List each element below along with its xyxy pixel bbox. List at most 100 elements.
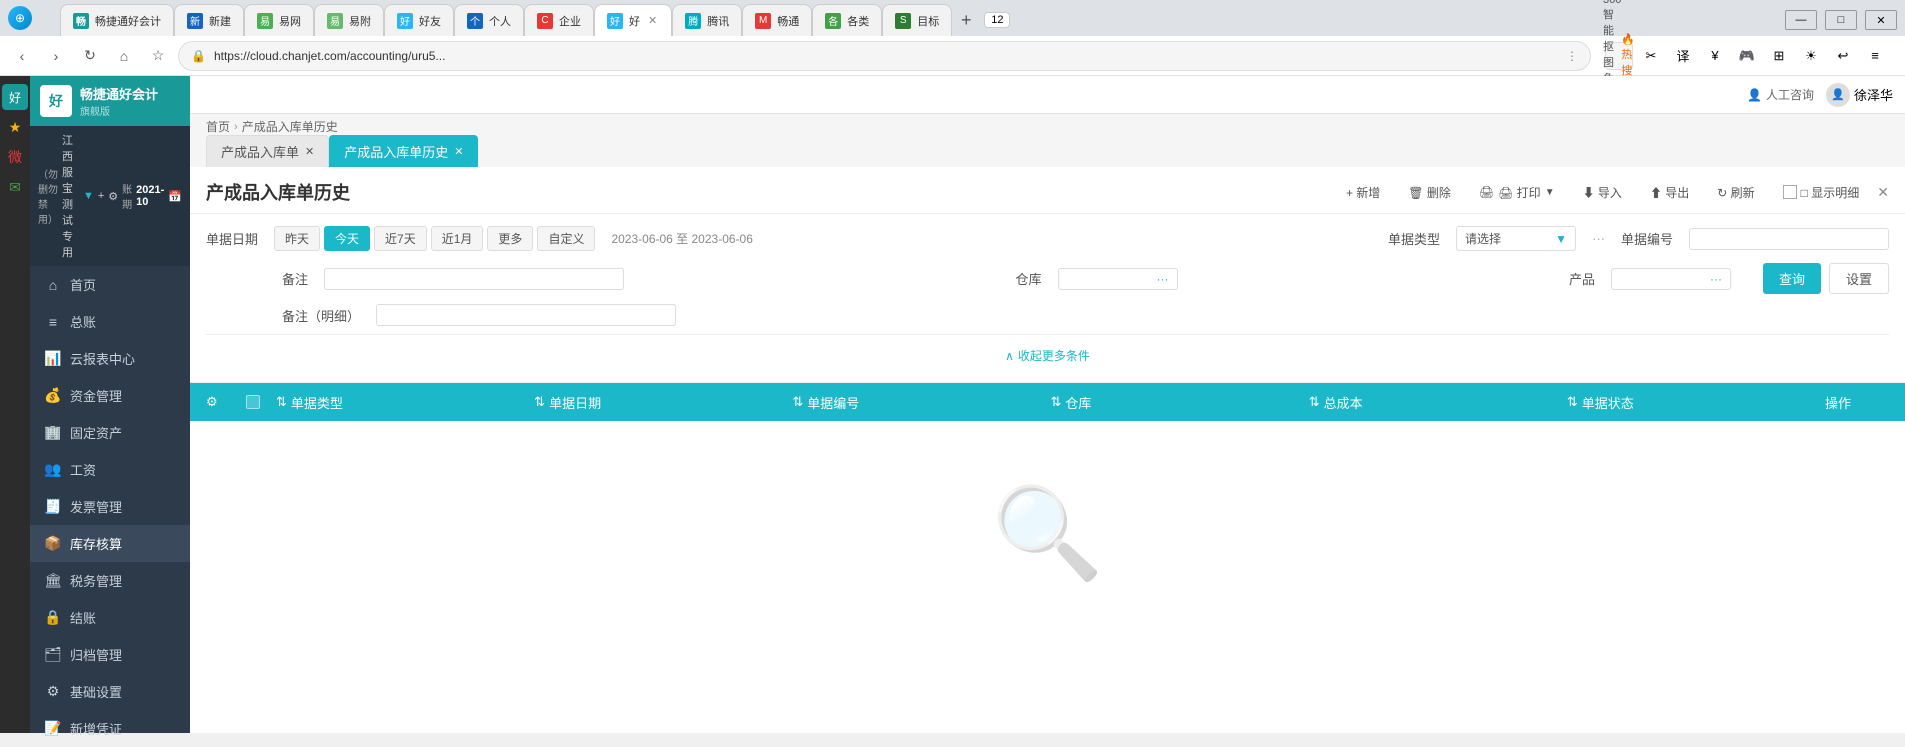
sidebar-item-funds[interactable]: 💰 资金管理 <box>30 377 190 414</box>
rail-logo[interactable]: 好 <box>2 84 28 110</box>
close-page-btn[interactable]: ✕ <box>1877 184 1889 201</box>
display-btn[interactable]: □ 显示明细 <box>1773 180 1870 205</box>
close-window-btn[interactable]: ✕ <box>1865 10 1897 30</box>
tab-2[interactable]: 新 新建 <box>174 4 244 36</box>
page-tab-2[interactable]: 产成品入库单历史 ✕ <box>329 135 478 167</box>
export-btn[interactable]: ⬆ 导出 <box>1640 180 1699 205</box>
tab-8-close[interactable]: ✕ <box>646 12 659 29</box>
collapse-btn[interactable]: ∧ 收起更多条件 <box>1005 341 1090 370</box>
product-select[interactable]: ··· <box>1611 268 1731 290</box>
th-doc-type[interactable]: ⇅ 单据类型 <box>268 393 526 412</box>
period-calendar-icon[interactable]: 📅 <box>168 190 182 203</box>
delete-btn[interactable]: 🗑 删除 <box>1398 180 1461 205</box>
grid-ext[interactable]: ⊞ <box>1765 42 1793 70</box>
date-btn-7days[interactable]: 近7天 <box>374 226 427 251</box>
setup-btn[interactable]: 设置 <box>1829 263 1889 294</box>
url-bar[interactable]: 🔒 https://cloud.chanjet.com/accounting/u… <box>178 41 1591 71</box>
tab-10[interactable]: M 畅通 <box>742 4 812 36</box>
tab-4[interactable]: 易 易附 <box>314 4 384 36</box>
currency-ext[interactable]: ¥ <box>1701 42 1729 70</box>
forward-btn[interactable]: › <box>42 42 70 70</box>
bookmark-btn[interactable]: ☆ <box>144 42 172 70</box>
tab-8[interactable]: 好 好 ✕ <box>594 4 672 36</box>
doc-type-dots[interactable]: ··· <box>1592 231 1605 246</box>
extensions-area: 360智能抠图免费用 🔥热搜 ✂ 译 ¥ 🎮 ⊞ ☀ ↩ ≡ <box>1597 42 1897 70</box>
date-btn-more[interactable]: 更多 <box>487 226 533 251</box>
breadcrumb-home[interactable]: 首页 <box>206 118 230 135</box>
tab-12[interactable]: S 目标 <box>882 4 952 36</box>
new-tab-btn[interactable]: + <box>952 6 980 34</box>
doc-number-label: 单据编号 <box>1621 229 1673 248</box>
th-warehouse[interactable]: ⇅ 仓库 <box>1043 393 1301 412</box>
th-doc-number[interactable]: ⇅ 单据编号 <box>784 393 1042 412</box>
doc-type-select[interactable]: 请选择 ▼ <box>1456 226 1576 251</box>
th-doc-date[interactable]: ⇅ 单据日期 <box>526 393 784 412</box>
tab-11[interactable]: 各 各类 <box>812 4 882 36</box>
game-ext[interactable]: 🎮 <box>1733 42 1761 70</box>
ai-service-btn[interactable]: 👤 人工咨询 <box>1747 86 1814 103</box>
sidebar-item-home[interactable]: ⌂ 首页 <box>30 266 190 303</box>
date-btn-1month[interactable]: 近1月 <box>431 226 484 251</box>
sidebar-item-fixed[interactable]: 🏢 固定资产 <box>30 414 190 451</box>
user-profile[interactable]: 👤 徐泽华 <box>1826 83 1893 107</box>
tab-3[interactable]: 易 易网 <box>244 4 314 36</box>
sidebar-item-reports[interactable]: 📊 云报表中心 <box>30 340 190 377</box>
search-box[interactable]: 360智能抠图免费用 🔥热搜 <box>1605 42 1633 70</box>
sidebar-item-closing[interactable]: 🔒 结账 <box>30 599 190 636</box>
th-checkbox[interactable] <box>238 395 268 409</box>
refresh-btn[interactable]: ↻ <box>76 42 104 70</box>
rail-icon-mail[interactable]: ✉ <box>2 174 28 200</box>
rail-icon-1[interactable]: ★ <box>2 114 28 140</box>
sidebar-item-payroll[interactable]: 👥 工资 <box>30 451 190 488</box>
minimize-btn[interactable]: — <box>1785 10 1817 30</box>
tab-5[interactable]: 好 好友 <box>384 4 454 36</box>
th-total-cost[interactable]: ⇅ 总成本 <box>1301 393 1559 412</box>
display-checkbox[interactable] <box>1783 185 1797 199</box>
page-tab-1[interactable]: 产成品入库单 ✕ <box>206 135 329 167</box>
tab-1[interactable]: 畅 畅捷通好会计 <box>60 4 174 36</box>
page-tab-2-close[interactable]: ✕ <box>454 145 463 158</box>
date-btn-custom[interactable]: 自定义 <box>537 226 595 251</box>
scissors-ext[interactable]: ✂ <box>1637 42 1665 70</box>
date-btn-today[interactable]: 今天 <box>324 226 370 251</box>
date-btn-yesterday[interactable]: 昨天 <box>274 226 320 251</box>
tab-7[interactable]: C 企业 <box>524 4 594 36</box>
display-ext[interactable]: ☀ <box>1797 42 1825 70</box>
tab-9[interactable]: 腾 腾讯 <box>672 4 742 36</box>
sidebar-item-invoice[interactable]: 🧾 发票管理 <box>30 488 190 525</box>
sidebar-item-ledger[interactable]: ≡ 总账 <box>30 303 190 340</box>
sidebar-item-inventory[interactable]: 📦 库存核算 <box>30 525 190 562</box>
refresh-btn-main[interactable]: ↻ 刷新 <box>1707 180 1764 205</box>
import-btn[interactable]: ⬇ 导入 <box>1573 180 1632 205</box>
notes-detail-input[interactable] <box>376 304 676 326</box>
account-settings-icon[interactable]: ⚙ <box>108 190 118 203</box>
new-btn[interactable]: + 新增 <box>1336 180 1390 205</box>
sidebar-item-archive[interactable]: 🗂 归档管理 <box>30 636 190 673</box>
notes-input[interactable] <box>324 268 624 290</box>
page-tab-1-close[interactable]: ✕ <box>305 145 314 158</box>
sidebar-item-tax[interactable]: 🏛 税务管理 <box>30 562 190 599</box>
home-btn[interactable]: ⌂ <box>110 42 138 70</box>
print-btn[interactable]: 🖨 🖨 打印 ▼ <box>1469 180 1565 205</box>
back-btn[interactable]: ‹ <box>8 42 36 70</box>
browser-logo[interactable]: ⊕ <box>8 6 32 30</box>
sidebar-item-payroll-label: 工资 <box>70 460 96 479</box>
more-ext[interactable]: ≡ <box>1861 42 1889 70</box>
tab-6[interactable]: 个 个人 <box>454 4 524 36</box>
th-settings[interactable]: ⚙ <box>198 394 238 410</box>
inventory-icon: 📦 <box>44 535 62 552</box>
sidebar-item-newbill[interactable]: 📝 新增凭证 <box>30 710 190 747</box>
sidebar-item-basic[interactable]: ⚙ 基础设置 <box>30 673 190 710</box>
th-doc-status[interactable]: ⇅ 单据状态 <box>1559 393 1817 412</box>
translate-ext[interactable]: 译 <box>1669 42 1697 70</box>
add-account-btn[interactable]: + <box>98 190 104 202</box>
doc-number-input[interactable] <box>1689 228 1889 250</box>
notes-label: 备注 <box>282 269 308 288</box>
header-checkbox[interactable] <box>246 395 260 409</box>
maximize-btn[interactable]: □ <box>1825 10 1857 30</box>
account-dropdown-icon[interactable]: ▼ <box>83 190 94 202</box>
rail-icon-weibo[interactable]: 微 <box>2 144 28 170</box>
undo-ext[interactable]: ↩ <box>1829 42 1857 70</box>
warehouse-select[interactable]: ··· <box>1058 268 1178 290</box>
query-btn[interactable]: 查询 <box>1763 263 1821 294</box>
